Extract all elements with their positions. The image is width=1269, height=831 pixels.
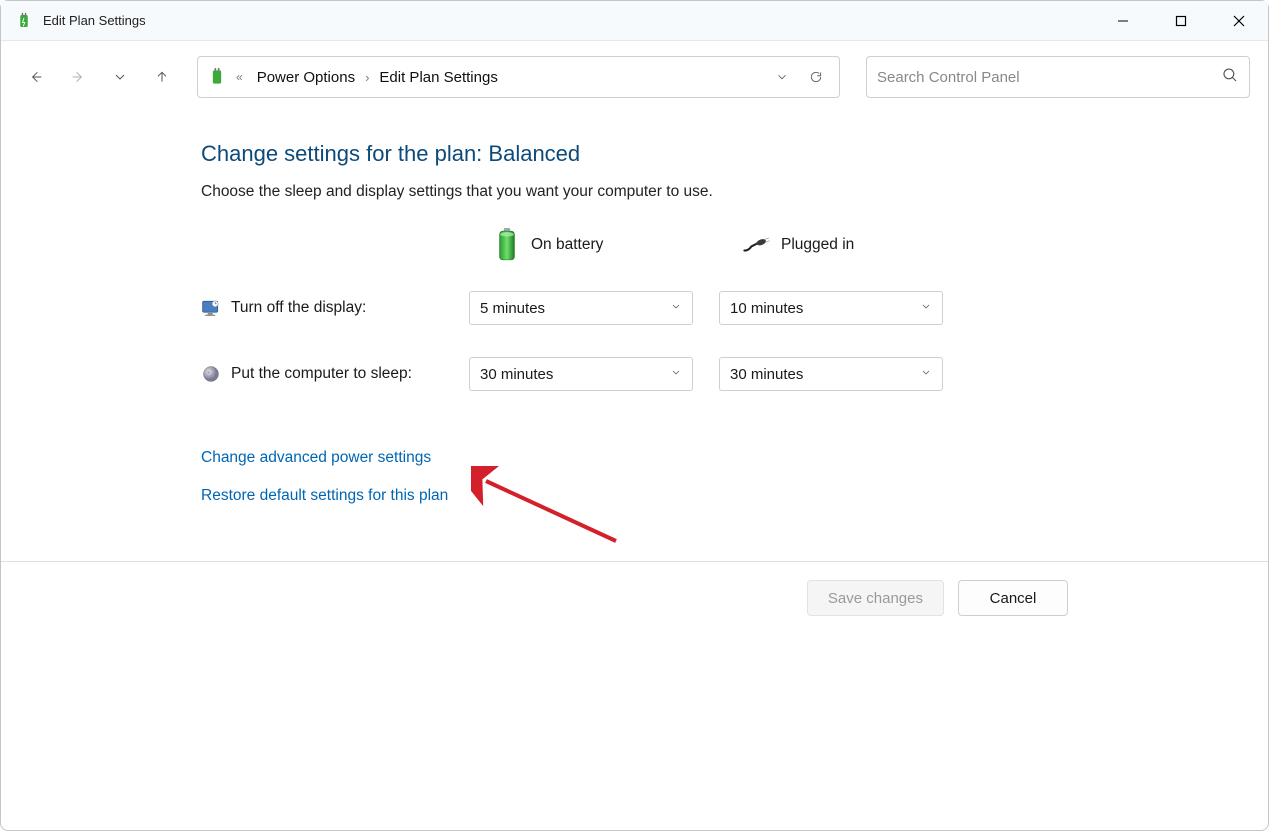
- display-icon: [201, 298, 221, 318]
- battery-icon: [493, 231, 521, 259]
- page-title: Change settings for the plan: Balanced: [201, 141, 1228, 167]
- toolbar: « Power Options › Edit Plan Settings: [1, 41, 1268, 113]
- titlebar: Edit Plan Settings: [1, 1, 1268, 41]
- chevron-down-icon: [670, 300, 682, 317]
- breadcrumb-edit-plan[interactable]: Edit Plan Settings: [371, 65, 505, 90]
- row-sleep-label: Put the computer to sleep:: [201, 364, 469, 384]
- content-area: Change settings for the plan: Balanced C…: [1, 113, 1268, 505]
- app-icon: [15, 12, 33, 30]
- settings-grid: On battery Plugged in: [201, 231, 1228, 391]
- links-section: Change advanced power settings Restore d…: [201, 449, 1228, 505]
- cancel-button[interactable]: Cancel: [958, 580, 1068, 616]
- window-title: Edit Plan Settings: [43, 13, 146, 28]
- column-header-battery-label: On battery: [531, 236, 603, 254]
- save-button[interactable]: Save changes: [807, 580, 944, 616]
- breadcrumb-separator-icon: ›: [363, 70, 371, 85]
- restore-defaults-link[interactable]: Restore default settings for this plan: [201, 487, 1228, 505]
- display-battery-dropdown[interactable]: 5 minutes: [469, 291, 693, 325]
- chevron-down-icon: [920, 366, 932, 383]
- sleep-battery-dropdown[interactable]: 30 minutes: [469, 357, 693, 391]
- chevron-down-icon: [670, 366, 682, 383]
- back-button[interactable]: [19, 60, 53, 94]
- close-button[interactable]: [1210, 1, 1268, 40]
- up-button[interactable]: [145, 60, 179, 94]
- refresh-button[interactable]: [799, 60, 833, 94]
- footer-buttons: Save changes Cancel: [1, 561, 1268, 616]
- recent-button[interactable]: [103, 60, 137, 94]
- page-description: Choose the sleep and display settings th…: [201, 183, 1228, 201]
- search-box[interactable]: [866, 56, 1250, 98]
- forward-button[interactable]: [61, 60, 95, 94]
- address-dropdown-button[interactable]: [765, 60, 799, 94]
- sleep-icon: [201, 364, 221, 384]
- column-header-battery: On battery: [469, 231, 719, 259]
- advanced-settings-link[interactable]: Change advanced power settings: [201, 449, 1228, 467]
- search-input[interactable]: [877, 69, 1221, 86]
- maximize-button[interactable]: [1152, 1, 1210, 40]
- minimize-button[interactable]: [1094, 1, 1152, 40]
- breadcrumb-back-icon[interactable]: «: [230, 70, 249, 84]
- column-header-plugged: Plugged in: [719, 231, 969, 259]
- sleep-plugged-dropdown[interactable]: 30 minutes: [719, 357, 943, 391]
- address-icon: [206, 67, 228, 87]
- column-header-plugged-label: Plugged in: [781, 236, 854, 254]
- search-icon[interactable]: [1221, 66, 1239, 88]
- address-bar[interactable]: « Power Options › Edit Plan Settings: [197, 56, 840, 98]
- breadcrumb-power-options[interactable]: Power Options: [249, 65, 363, 90]
- chevron-down-icon: [920, 300, 932, 317]
- plug-icon: [743, 231, 771, 259]
- display-plugged-dropdown[interactable]: 10 minutes: [719, 291, 943, 325]
- row-display-label: Turn off the display:: [201, 298, 469, 318]
